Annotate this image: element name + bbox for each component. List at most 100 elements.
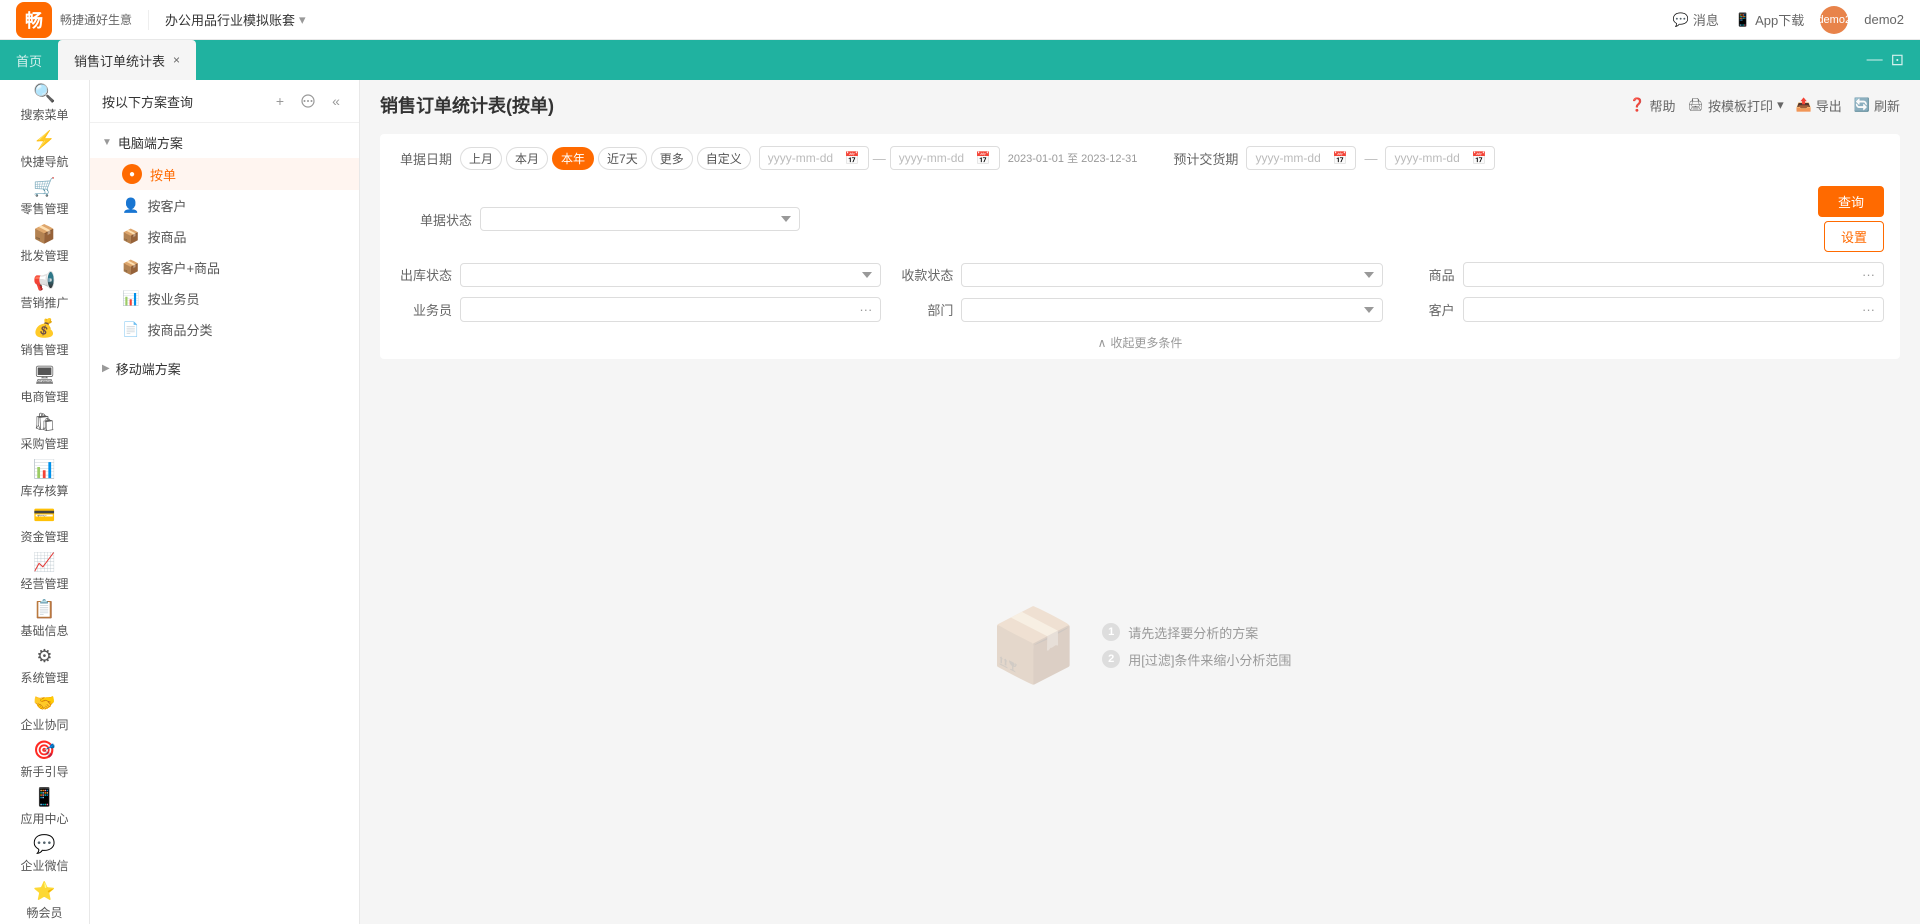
message-btn[interactable]: 💬 消息 (1673, 10, 1719, 29)
sidebar-item-marketing[interactable]: 📢 营销推广 (0, 268, 89, 315)
plan-item-by-order[interactable]: ● 按单 (90, 158, 359, 190)
date-btn-custom[interactable]: 自定义 (697, 147, 751, 170)
sidebar-item-wechat[interactable]: 💬 企业微信 (0, 830, 89, 877)
left-panel-title: 按以下方案查询 (102, 92, 193, 111)
sidebar-item-purchase[interactable]: 🛍 采购管理 (0, 408, 89, 455)
right-panel: 销售订单统计表(按单) ❓ 帮助 🖨 按模板打印 ▾ 📤 导出 (360, 80, 1920, 924)
plan-item-by-customer[interactable]: 👤 按客户 (90, 190, 359, 221)
calendar4-icon: 📅 (1471, 151, 1486, 165)
goods-input[interactable]: ··· (1463, 262, 1884, 287)
help-icon: ❓ (1629, 97, 1645, 113)
filter-department-col: 部门 (897, 298, 1382, 322)
sidebar-item-wholesale[interactable]: 📦 批发管理 (0, 221, 89, 268)
salesperson-input[interactable]: ··· (460, 297, 881, 322)
sidebar-item-search[interactable]: 🔍 搜索菜单 (0, 80, 89, 127)
sidebar-item-ecom[interactable]: 🖥 电商管理 (0, 361, 89, 408)
collapse-panel-btn[interactable]: « (325, 90, 347, 112)
newbie-label: 新手引导 (20, 763, 68, 780)
page-actions: ❓ 帮助 🖨 按模板打印 ▾ 📤 导出 🔄 刷新 (1629, 96, 1900, 115)
filter-payment-col: 收款状态 (897, 263, 1382, 287)
expected-date-to-input[interactable]: yyyy-mm-dd 📅 (1385, 146, 1495, 170)
shipment-status-select[interactable] (460, 263, 881, 287)
plan-item-by-goods[interactable]: 📦 按商品 (90, 221, 359, 252)
sidebar-item-app-center[interactable]: 📱 应用中心 (0, 783, 89, 830)
sidebar-item-basic-info[interactable]: 📋 基础信息 (0, 596, 89, 643)
active-plan-icon: ● (122, 164, 142, 184)
refresh-icon: 🔄 (1854, 97, 1870, 113)
tab-sales-order-stats[interactable]: 销售订单统计表 × (58, 40, 196, 80)
sidebar: 🔍 搜索菜单 ⚡ 快捷导航 🛒 零售管理 📦 批发管理 📢 营销推广 💰 销售管… (0, 80, 90, 924)
date-range-display: 2023-01-01 至 2023-12-31 (1008, 150, 1138, 166)
sidebar-item-system[interactable]: ⚙ 系统管理 (0, 643, 89, 690)
plan-by-goods-category-label: 按商品分类 (147, 320, 212, 339)
refresh-btn[interactable]: 🔄 刷新 (1854, 96, 1900, 115)
sidebar-item-newbie[interactable]: 🎯 新手引导 (0, 736, 89, 783)
department-label: 部门 (897, 300, 953, 319)
sidebar-item-enterprise[interactable]: 🤝 企业协同 (0, 690, 89, 737)
settings-btn[interactable]: 设置 (1824, 221, 1884, 252)
tab-maximize-btn[interactable]: ⊡ (1891, 50, 1904, 70)
date-to-input[interactable]: yyyy-mm-dd 📅 (890, 146, 1000, 170)
template-print-btn[interactable]: 🖨 按模板打印 ▾ (1688, 96, 1784, 115)
tab-minimize-btn[interactable]: — (1867, 51, 1883, 69)
customer-input[interactable]: ··· (1463, 297, 1884, 322)
quick-nav-label: 快捷导航 (20, 153, 68, 170)
app-download-label: App下载 (1755, 10, 1804, 29)
bill-status-select[interactable] (480, 207, 800, 231)
app-name: 办公用品行业模拟账套 (165, 10, 295, 29)
department-select[interactable] (961, 298, 1382, 322)
message-icon: 💬 (1673, 12, 1689, 28)
add-plan-btn[interactable]: + (269, 90, 291, 112)
query-btn[interactable]: 查询 (1818, 186, 1884, 217)
plan-item-by-goods-category[interactable]: 📄 按商品分类 (90, 314, 359, 345)
date-to-placeholder: yyyy-mm-dd (899, 151, 964, 165)
by-salesperson-icon: 📊 (122, 290, 139, 307)
date-btn-this-month[interactable]: 本月 (506, 147, 548, 170)
edit-plan-btn[interactable] (297, 90, 319, 112)
tab-close-btn[interactable]: × (173, 53, 180, 67)
sidebar-item-retail[interactable]: 🛒 零售管理 (0, 174, 89, 221)
app-selector[interactable]: 办公用品行业模拟账套 ▾ (165, 10, 306, 29)
sidebar-item-quick-nav[interactable]: ⚡ 快捷导航 (0, 127, 89, 174)
plan-item-by-customer-goods[interactable]: 📦 按客户+商品 (90, 252, 359, 283)
marketing-label: 营销推广 (20, 294, 68, 311)
sales-label: 销售管理 (20, 341, 68, 358)
collapse-btn[interactable]: ∧ 收起更多条件 (1098, 334, 1183, 351)
date-label: 单据日期 (396, 149, 452, 168)
filter-bill-status-col: 单据状态 (416, 207, 1802, 231)
system-label: 系统管理 (20, 669, 68, 686)
main-layout: 🔍 搜索菜单 ⚡ 快捷导航 🛒 零售管理 📦 批发管理 📢 营销推广 💰 销售管… (0, 80, 1920, 924)
filter-row-3: 业务员 ··· 部门 客户 (396, 297, 1884, 322)
expected-to-placeholder: yyyy-mm-dd (1394, 151, 1459, 165)
date-btn-7days[interactable]: 近7天 (598, 147, 647, 170)
member-label: 畅会员 (26, 904, 62, 921)
sidebar-item-member[interactable]: ⭐ 畅会员 (0, 877, 89, 924)
sidebar-item-operations[interactable]: 📈 经营管理 (0, 549, 89, 596)
sidebar-item-finance[interactable]: 💳 资金管理 (0, 502, 89, 549)
avatar[interactable]: demo2 (1820, 6, 1848, 34)
sidebar-item-inventory[interactable]: 📊 库存核算 (0, 455, 89, 502)
tab-home[interactable]: 首页 (0, 40, 58, 80)
date-btn-more[interactable]: 更多 (651, 147, 693, 170)
payment-status-select[interactable] (961, 263, 1382, 287)
wholesale-icon: 📦 (33, 224, 55, 245)
plan-group-header-mobile[interactable]: ▶ 移动端方案 (90, 353, 359, 384)
calendar2-icon: 📅 (976, 151, 991, 165)
sidebar-item-sales[interactable]: 💰 销售管理 (0, 314, 89, 361)
date-btn-last-month[interactable]: 上月 (460, 147, 502, 170)
expected-date-from-input[interactable]: yyyy-mm-dd 📅 (1246, 146, 1356, 170)
plan-section: ▼ 电脑端方案 ● 按单 👤 按客户 📦 按商品 📦 按客户+商品 (90, 123, 359, 388)
date-from-input[interactable]: yyyy-mm-dd 📅 (759, 146, 869, 170)
plan-item-by-salesperson[interactable]: 📊 按业务员 (90, 283, 359, 314)
user-name[interactable]: demo2 (1864, 12, 1904, 27)
date-btn-this-year[interactable]: 本年 (552, 147, 594, 170)
brand-title: 畅捷通好生意 (60, 11, 132, 28)
collapse-bar[interactable]: ∧ 收起更多条件 (380, 326, 1900, 359)
enterprise-icon: 🤝 (33, 693, 55, 714)
app-download-btn[interactable]: 📱 App下载 (1735, 10, 1804, 29)
date-quick-btns: 上月 本月 本年 近7天 更多 自定义 (460, 147, 751, 170)
filter-actions: 查询 设置 (1818, 186, 1884, 252)
export-btn[interactable]: 📤 导出 (1796, 96, 1842, 115)
help-btn[interactable]: ❓ 帮助 (1629, 96, 1675, 115)
plan-group-header-pc[interactable]: ▼ 电脑端方案 (90, 127, 359, 158)
